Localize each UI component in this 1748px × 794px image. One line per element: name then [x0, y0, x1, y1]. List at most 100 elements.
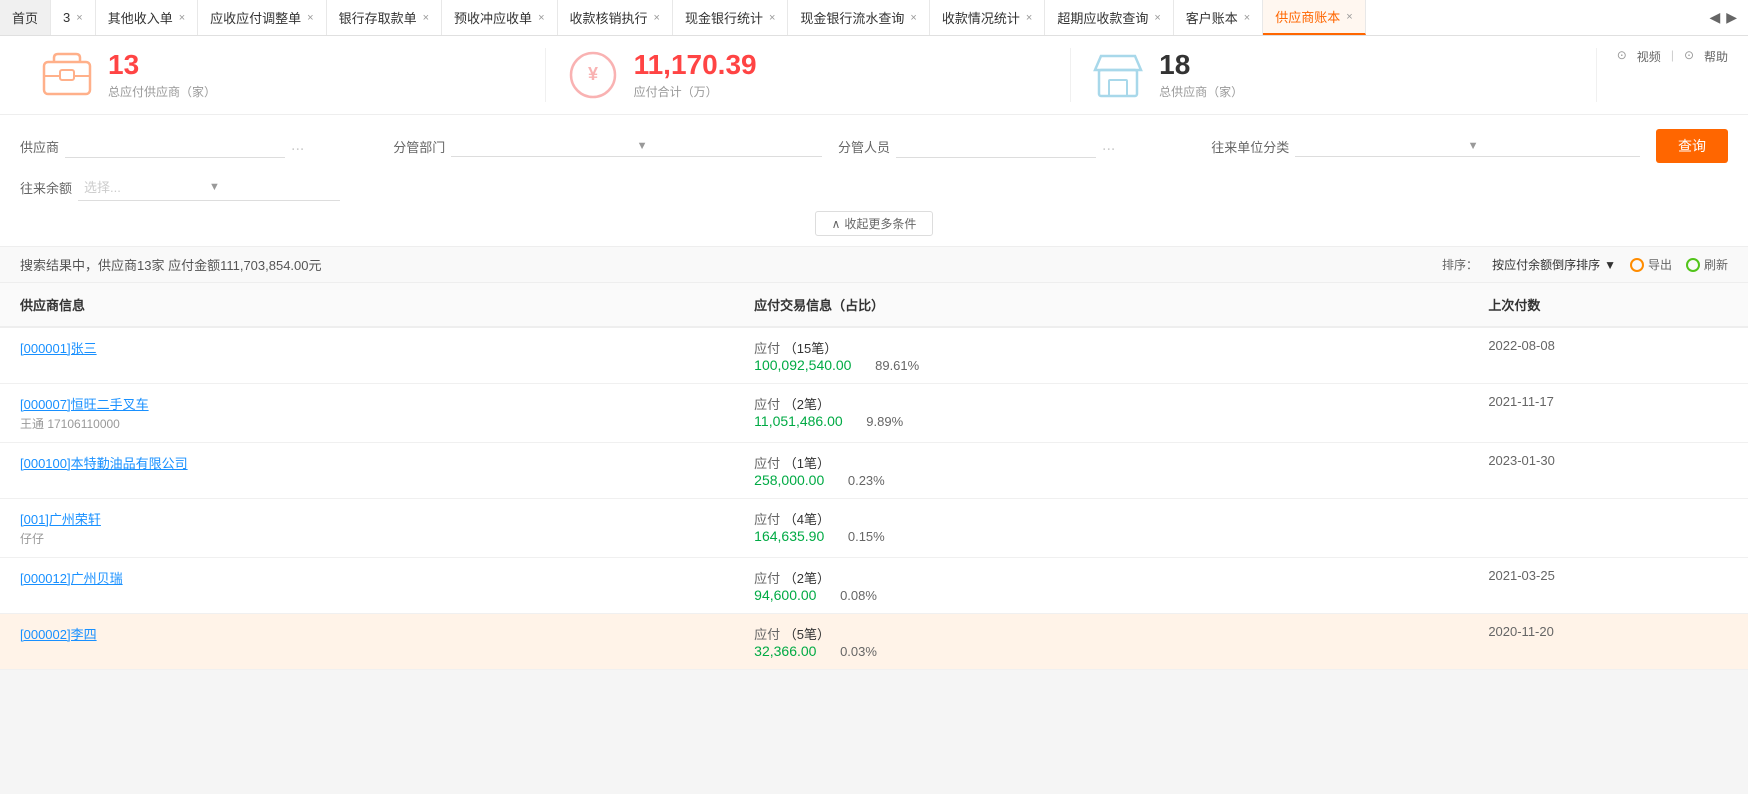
- tx-percent: 0.08%: [840, 588, 877, 603]
- nav-receipt-exec[interactable]: 收款核销执行 ×: [558, 0, 673, 35]
- nav-prepay-ar[interactable]: 预收冲应收单 ×: [442, 0, 557, 35]
- store-icon: [1091, 48, 1145, 102]
- unit-cat-label: 往来单位分类: [1211, 137, 1289, 156]
- payable-suppliers-number: 13: [108, 50, 216, 81]
- tx-amount: 11,051,486.00: [754, 413, 843, 429]
- supplier-dots: ...: [291, 137, 304, 155]
- supplier-cell: [000100]本特勤油品有限公司: [0, 443, 734, 499]
- tx-percent: 9.89%: [866, 414, 903, 429]
- nav-arrow-left[interactable]: ◀: [1706, 9, 1723, 26]
- tx-count: （2笔）: [784, 397, 830, 412]
- video-link[interactable]: 视频: [1637, 48, 1661, 65]
- sort-select[interactable]: 按应付余额倒序排序 ▼: [1492, 256, 1616, 273]
- nav-arrow-right[interactable]: ▶: [1723, 9, 1740, 26]
- export-icon: [1630, 258, 1644, 272]
- nav-bank-deposit[interactable]: 银行存取款单 ×: [327, 0, 442, 35]
- nav-overdue-ar[interactable]: 超期应收款查询 ×: [1045, 0, 1173, 35]
- close-icon[interactable]: ×: [179, 12, 185, 24]
- table-header-row: 供应商信息 应付交易信息（占比） 上次付数: [0, 283, 1748, 327]
- refresh-icon: [1686, 258, 1700, 272]
- close-icon[interactable]: ×: [769, 12, 775, 24]
- close-icon[interactable]: ×: [910, 12, 916, 24]
- nav-home[interactable]: 首页: [0, 0, 51, 35]
- tx-count: （5笔）: [784, 627, 830, 642]
- filter-dept: 分管部门 ▼: [393, 136, 822, 157]
- tx-info: 应付 （15笔）: [754, 338, 1448, 357]
- close-icon[interactable]: ×: [1026, 12, 1032, 24]
- table-wrap: 供应商信息 应付交易信息（占比） 上次付数 [000001]张三 应付 （15笔…: [0, 283, 1748, 670]
- supplier-link[interactable]: [000007]恒旺二手叉车: [20, 397, 149, 412]
- supplier-cell: [000002]李四: [0, 614, 734, 670]
- close-icon[interactable]: ×: [1346, 11, 1352, 23]
- close-icon[interactable]: ×: [307, 12, 313, 24]
- tx-info: 应付 （5笔）: [754, 624, 1448, 643]
- export-button[interactable]: 导出: [1630, 256, 1672, 273]
- close-icon[interactable]: ×: [423, 12, 429, 24]
- nav-customer-book[interactable]: 客户账本 ×: [1174, 0, 1263, 35]
- last-payment-date: 2022-08-08: [1488, 338, 1555, 353]
- stat-content-total: 11,170.39 应付合计（万）: [634, 50, 757, 100]
- tx-amount-row: 11,051,486.00 9.89%: [754, 413, 1448, 429]
- nav-cash-flow[interactable]: 现金银行流水查询 ×: [788, 0, 929, 35]
- balance-select[interactable]: 选择... ▼: [78, 173, 340, 201]
- tx-amount-row: 32,366.00 0.03%: [754, 643, 1448, 659]
- result-summary: 搜索结果中，供应商13家 应付金额111,703,854.00元: [20, 255, 322, 274]
- person-input[interactable]: [896, 134, 1096, 158]
- nav-cash-bank-stat[interactable]: 现金银行统计 ×: [673, 0, 788, 35]
- total-suppliers-number: 18: [1159, 50, 1243, 81]
- collapse-bar: ∧ 收起更多条件: [20, 211, 1728, 236]
- supplier-table: 供应商信息 应付交易信息（占比） 上次付数 [000001]张三 应付 （15笔…: [0, 283, 1748, 670]
- tx-count: （1笔）: [784, 456, 830, 471]
- supplier-link[interactable]: [000012]广州贝瑞: [20, 571, 123, 586]
- svg-text:¥: ¥: [588, 64, 598, 84]
- query-button[interactable]: 查询: [1656, 129, 1728, 163]
- close-icon[interactable]: ×: [654, 12, 660, 24]
- supplier-link[interactable]: [000002]李四: [20, 627, 97, 642]
- tx-info: 应付 （1笔）: [754, 453, 1448, 472]
- dept-select[interactable]: ▼: [451, 136, 822, 157]
- close-icon[interactable]: ×: [1154, 12, 1160, 24]
- table-row: [001]广州荣轩仔仔 应付 （4笔） 164,635.90 0.15%: [0, 499, 1748, 558]
- nav-other-income[interactable]: 其他收入单 ×: [96, 0, 198, 35]
- payable-suppliers-label: 总应付供应商（家）: [108, 83, 216, 100]
- supplier-cell: [001]广州荣轩仔仔: [0, 499, 734, 558]
- stat-card-payable-suppliers: 13 总应付供应商（家）: [20, 48, 546, 102]
- th-tx-info: 应付交易信息（占比）: [734, 283, 1468, 327]
- tx-percent: 0.23%: [848, 473, 885, 488]
- unit-cat-select[interactable]: ▼: [1295, 136, 1640, 157]
- table-row: [000001]张三 应付 （15笔） 100,092,540.00 89.61…: [0, 327, 1748, 384]
- supplier-link[interactable]: [000001]张三: [20, 341, 97, 356]
- tx-amount: 32,366.00: [754, 643, 816, 659]
- collapse-button[interactable]: ∧ 收起更多条件: [815, 211, 934, 236]
- balance-dropdown-icon: ▼: [209, 181, 334, 193]
- tx-cell: 应付 （2笔） 11,051,486.00 9.89%: [734, 384, 1468, 443]
- nav-supplier-book[interactable]: 供应商账本 ×: [1263, 0, 1365, 35]
- nav-ar-ap-adjust[interactable]: 应收应付调整单 ×: [198, 0, 326, 35]
- tx-label: 应付: [754, 456, 780, 471]
- last-payment-date: 2021-03-25: [1488, 568, 1555, 583]
- close-icon[interactable]: ×: [1244, 12, 1250, 24]
- table-row: [000007]恒旺二手叉车王通 17106110000 应付 （2笔） 11,…: [0, 384, 1748, 443]
- tx-percent: 89.61%: [875, 358, 919, 373]
- supplier-input[interactable]: [65, 134, 285, 158]
- filter-row-1: 供应商 ... 分管部门 ▼ 分管人员 ... 往来单位分类 ▼ 查询: [20, 129, 1728, 163]
- supplier-cell: [000012]广州贝瑞: [0, 558, 734, 614]
- nav-receipt-stat[interactable]: 收款情况统计 ×: [930, 0, 1045, 35]
- supplier-link[interactable]: [001]广州荣轩: [20, 512, 101, 527]
- filter-unit-category: 往来单位分类 ▼: [1211, 136, 1640, 157]
- nav-tab3[interactable]: 3 ×: [51, 0, 96, 35]
- close-icon[interactable]: ×: [538, 12, 544, 24]
- tx-percent: 0.15%: [848, 529, 885, 544]
- supplier-link[interactable]: [000100]本特勤油品有限公司: [20, 456, 188, 471]
- result-bar: 搜索结果中，供应商13家 应付金额111,703,854.00元 排序： 按应付…: [0, 247, 1748, 283]
- close-icon[interactable]: ×: [76, 12, 82, 24]
- stat-card-total-suppliers: 18 总供应商（家）: [1071, 48, 1597, 102]
- supplier-sub: 王通 17106110000: [20, 415, 714, 432]
- refresh-button[interactable]: 刷新: [1686, 256, 1728, 273]
- help-link[interactable]: 帮助: [1704, 48, 1728, 65]
- tx-amount: 164,635.90: [754, 528, 824, 544]
- tx-count: （15笔）: [784, 341, 837, 356]
- tx-info: 应付 （4笔）: [754, 509, 1448, 528]
- stat-content-total-s: 18 总供应商（家）: [1159, 50, 1243, 100]
- last-payment-date: 2020-11-20: [1488, 624, 1554, 639]
